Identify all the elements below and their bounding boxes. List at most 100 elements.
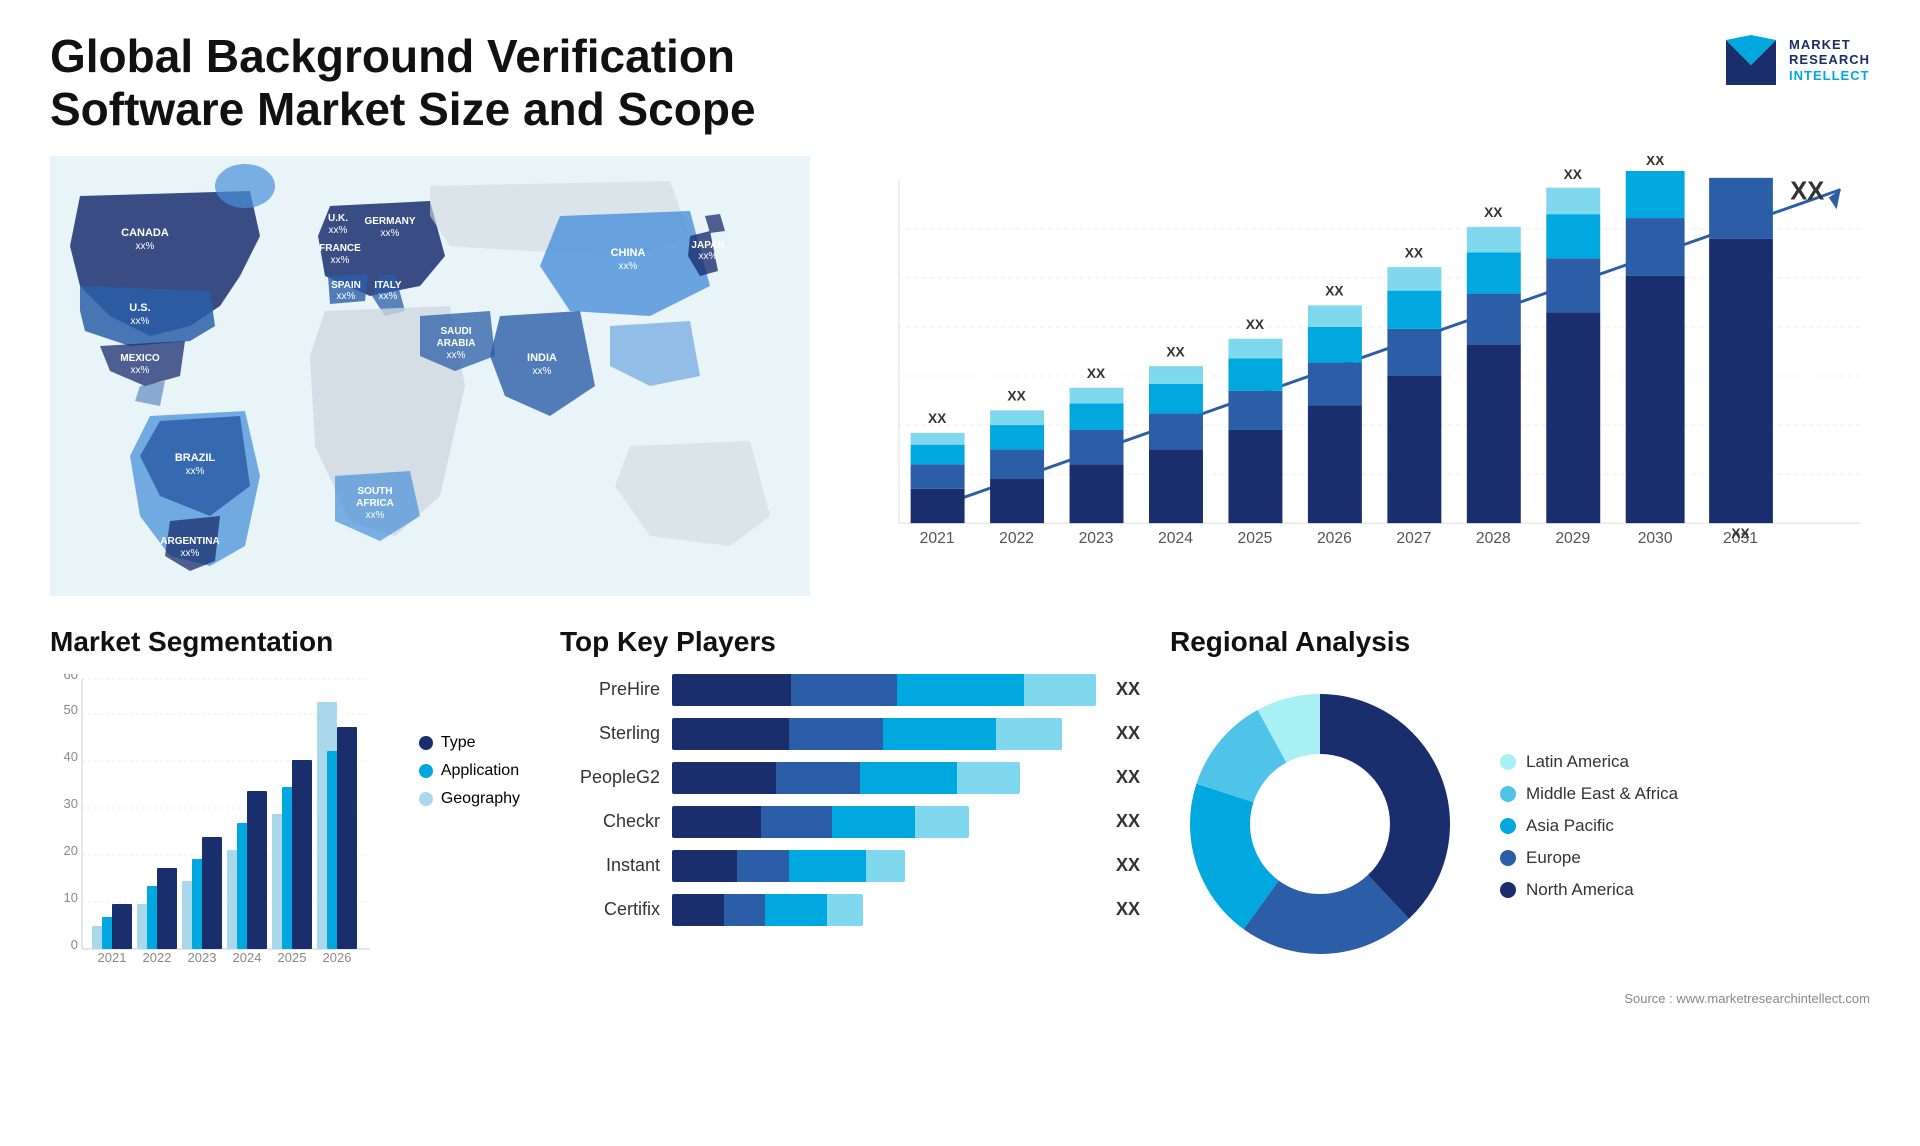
north-america-label: North America (1526, 880, 1634, 900)
player-xx-peopleg2: XX (1116, 767, 1140, 788)
type-label: Type (441, 734, 476, 752)
player-xx-sterling: XX (1116, 723, 1140, 744)
bottom-row: Market Segmentation 0 10 20 30 40 50 60 (50, 626, 1870, 1006)
segmentation-section: Market Segmentation 0 10 20 30 40 50 60 (50, 626, 530, 964)
svg-text:xx%: xx% (699, 251, 718, 262)
svg-text:40: 40 (64, 749, 78, 764)
legend-asia-pacific: Asia Pacific (1500, 816, 1678, 836)
latin-america-dot (1500, 754, 1516, 770)
seg-legend-geography: Geography (419, 790, 520, 808)
svg-text:xx%: xx% (329, 225, 348, 236)
svg-text:CHINA: CHINA (611, 247, 646, 259)
application-label: Application (441, 762, 519, 780)
bar-chart-section: 2021 XX 2022 XX 20 (840, 156, 1870, 596)
svg-text:xx%: xx% (136, 241, 155, 252)
latin-america-label: Latin America (1526, 752, 1629, 772)
svg-text:xx%: xx% (131, 365, 150, 376)
player-name-checkr: Checkr (560, 811, 660, 832)
europe-dot (1500, 850, 1516, 866)
regional-section: Regional Analysis (1170, 626, 1870, 1006)
svg-text:2021: 2021 (98, 950, 127, 964)
svg-text:60: 60 (64, 674, 78, 682)
page: Global Background Verification Software … (0, 0, 1920, 1146)
player-name-prehire: PreHire (560, 679, 660, 700)
svg-text:2030: 2030 (1638, 530, 1673, 547)
svg-text:2024: 2024 (1158, 530, 1193, 547)
logo-box: MARKET RESEARCH INTELLECT (1721, 30, 1870, 90)
svg-text:ARABIA: ARABIA (437, 338, 476, 349)
geography-label: Geography (441, 790, 520, 808)
svg-text:AFRICA: AFRICA (356, 498, 394, 509)
svg-text:xx%: xx% (181, 548, 200, 559)
logo-text: MARKET RESEARCH INTELLECT (1789, 37, 1870, 84)
player-xx-instant: XX (1116, 855, 1140, 876)
svg-text:ITALY: ITALY (374, 280, 402, 291)
type-dot (419, 736, 433, 750)
svg-text:2022: 2022 (999, 530, 1034, 547)
logo-area: MARKET RESEARCH INTELLECT (1721, 30, 1870, 90)
seg-legend-type: Type (419, 734, 520, 752)
regional-title: Regional Analysis (1170, 626, 1870, 658)
donut-legend: Latin America Middle East & Africa Asia … (1170, 674, 1870, 979)
svg-text:U.S.: U.S. (129, 302, 150, 314)
asia-label: Asia Pacific (1526, 816, 1614, 836)
map-svg: CANADA xx% U.S. xx% MEXICO xx% BRAZIL xx… (50, 156, 810, 596)
svg-text:xx%: xx% (366, 510, 385, 521)
svg-text:xx%: xx% (337, 291, 356, 302)
svg-text:U.K.: U.K. (328, 213, 348, 224)
players-title: Top Key Players (560, 626, 1140, 658)
svg-text:SOUTH: SOUTH (358, 486, 393, 497)
svg-text:BRAZIL: BRAZIL (175, 452, 216, 464)
bar-chart-svg: 2021 XX 2022 XX 20 (840, 156, 1870, 596)
svg-text:XX: XX (1484, 205, 1503, 220)
player-name-certifix: Certifix (560, 899, 660, 920)
svg-text:XX: XX (1007, 388, 1026, 403)
application-dot (419, 764, 433, 778)
world-map: CANADA xx% U.S. xx% MEXICO xx% BRAZIL xx… (50, 156, 810, 596)
player-row-sterling: Sterling XX (560, 718, 1140, 750)
player-bar-checkr (672, 806, 1096, 838)
svg-text:2025: 2025 (1237, 530, 1272, 547)
mea-label: Middle East & Africa (1526, 784, 1678, 804)
svg-text:XX: XX (1166, 344, 1185, 359)
svg-text:xx%: xx% (381, 228, 400, 239)
svg-text:XX: XX (1087, 366, 1106, 381)
svg-text:JAPAN: JAPAN (691, 240, 724, 251)
seg-chart-svg: 0 10 20 30 40 50 60 (50, 674, 530, 964)
header: Global Background Verification Software … (50, 30, 1870, 136)
svg-text:10: 10 (64, 890, 78, 905)
svg-text:2026: 2026 (323, 950, 352, 964)
svg-text:30: 30 (64, 796, 78, 811)
svg-text:XX: XX (1325, 283, 1344, 298)
player-xx-prehire: XX (1116, 679, 1140, 700)
svg-text:SAUDI: SAUDI (440, 326, 471, 337)
segmentation-title: Market Segmentation (50, 626, 530, 658)
map-section: CANADA xx% U.S. xx% MEXICO xx% BRAZIL xx… (50, 156, 810, 596)
player-row-prehire: PreHire XX (560, 674, 1140, 706)
legend-mea: Middle East & Africa (1500, 784, 1678, 804)
players-list: PreHire XX Sterling (560, 674, 1140, 926)
player-bar-instant (672, 850, 1096, 882)
donut-svg (1170, 674, 1470, 974)
svg-text:XX: XX (928, 411, 947, 426)
seg-legend: Type Application Geography (419, 734, 520, 808)
mea-dot (1500, 786, 1516, 802)
svg-text:2023: 2023 (1079, 530, 1114, 547)
svg-text:MEXICO: MEXICO (120, 353, 160, 364)
legend-europe: Europe (1500, 848, 1678, 868)
north-america-dot (1500, 882, 1516, 898)
donut-container (1170, 674, 1470, 979)
svg-text:xx%: xx% (619, 261, 638, 272)
svg-text:CANADA: CANADA (121, 227, 169, 239)
svg-text:2026: 2026 (1317, 530, 1352, 547)
svg-text:0: 0 (71, 937, 78, 952)
page-title: Global Background Verification Software … (50, 30, 850, 136)
legend-latin-america: Latin America (1500, 752, 1678, 772)
player-row-checkr: Checkr XX (560, 806, 1140, 838)
svg-text:2029: 2029 (1555, 530, 1590, 547)
player-row-certifix: Certifix XX (560, 894, 1140, 926)
svg-text:2021: 2021 (920, 530, 955, 547)
svg-text:xx%: xx% (533, 366, 552, 377)
player-bar-sterling (672, 718, 1096, 750)
player-name-sterling: Sterling (560, 723, 660, 744)
